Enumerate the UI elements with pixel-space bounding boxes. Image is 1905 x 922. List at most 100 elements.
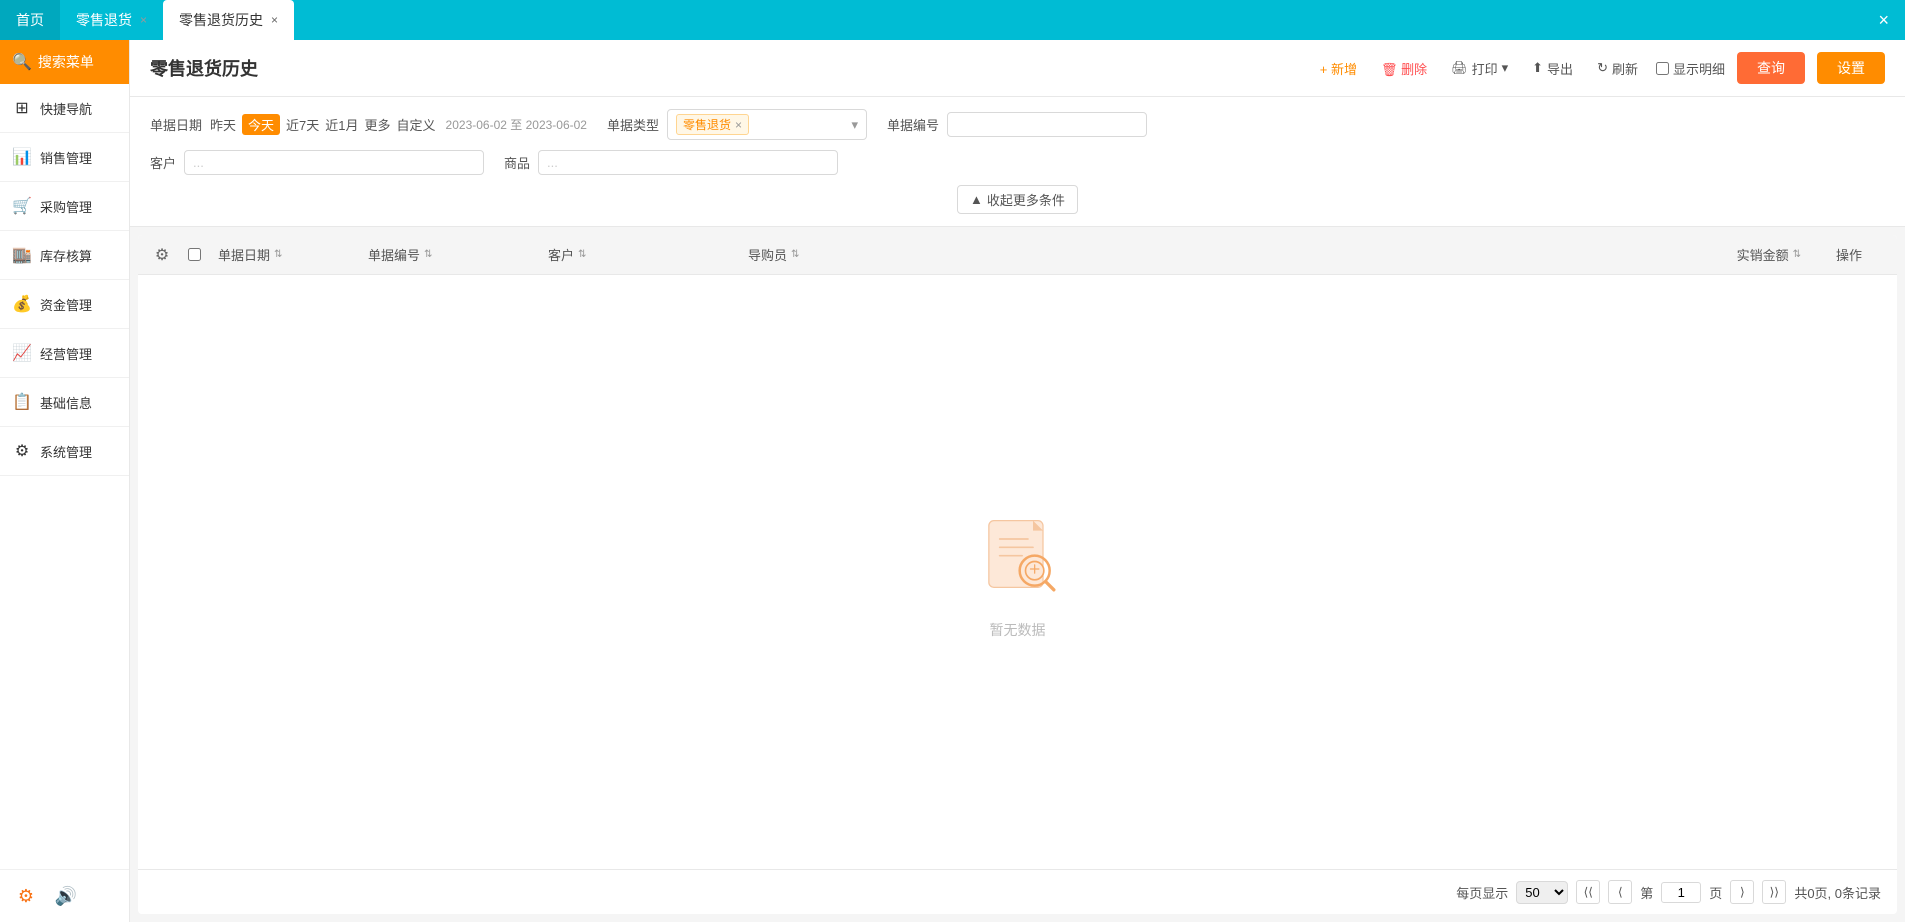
print-label: 打印	[1472, 59, 1498, 78]
select-all-checkbox[interactable]	[188, 248, 201, 261]
page-label: 第	[1640, 883, 1653, 902]
page-title: 零售退货历史	[150, 55, 258, 81]
tab-retail-return-history-close[interactable]: ×	[271, 13, 278, 27]
page-size-select[interactable]: 50 10 20 100	[1516, 881, 1568, 904]
sidebar-item-finance[interactable]: 💰 资金管理	[0, 280, 129, 329]
export-button[interactable]: ⬆ 导出	[1526, 55, 1579, 82]
basic-info-icon: 📋	[12, 392, 32, 412]
date-custom[interactable]: 自定义	[397, 115, 436, 134]
sidebar-search[interactable]: 🔍 搜索菜单	[0, 40, 129, 84]
sidebar: 🔍 搜索菜单 ⊞ 快捷导航 📊 销售管理 🛒 采购管理 🏬 库存核算 💰 资金管…	[0, 40, 130, 922]
collapse-row: ▲ 收起更多条件	[150, 185, 1885, 214]
settings-button[interactable]: 设置	[1817, 52, 1885, 84]
sidebar-search-label: 搜索菜单	[38, 52, 94, 72]
sidebar-audio-button[interactable]: 🔊	[50, 880, 82, 912]
tab-bar: 首页 零售退货 × 零售退货历史 × ×	[0, 0, 1905, 40]
empty-text: 暂无数据	[990, 620, 1046, 640]
export-label: 导出	[1547, 59, 1573, 78]
page-number-input[interactable]	[1661, 882, 1701, 903]
filter-doc-no: 单据编号	[887, 112, 1147, 137]
show-detail-checkbox[interactable]	[1656, 62, 1669, 75]
table-settings-icon[interactable]: ⚙	[146, 245, 178, 265]
show-detail-label: 显示明细	[1673, 59, 1725, 78]
filter-customer: 客户 ...	[150, 150, 484, 175]
refresh-icon: ↻	[1597, 60, 1608, 76]
prev-page-button[interactable]: ⟨	[1608, 880, 1632, 904]
sidebar-item-system-mgmt[interactable]: ⚙ 系统管理	[0, 427, 129, 476]
last-page-button[interactable]: ⟩⟩	[1762, 880, 1786, 904]
next-page-button[interactable]: ⟩	[1730, 880, 1754, 904]
page-unit: 页	[1709, 883, 1722, 902]
delete-button[interactable]: 🗑 删除	[1375, 55, 1433, 82]
sidebar-item-inventory[interactable]: 🏬 库存核算	[0, 231, 129, 280]
th-amount[interactable]: 实销金额 ⇅	[1689, 245, 1809, 264]
collapse-button[interactable]: ▲ 收起更多条件	[957, 185, 1078, 214]
operations-icon: 📈	[12, 343, 32, 363]
th-no-label: 单据编号	[368, 245, 420, 264]
export-icon: ⬆	[1532, 60, 1543, 76]
customer-label: 客户	[150, 153, 176, 172]
sidebar-item-quick-nav[interactable]: ⊞ 快捷导航	[0, 84, 129, 133]
tab-home[interactable]: 首页	[0, 0, 60, 40]
doc-type-label: 单据类型	[607, 115, 659, 134]
doc-type-tag: 零售退货 ×	[676, 114, 749, 135]
date-yesterday[interactable]: 昨天	[210, 115, 236, 134]
table-select-all-checkbox[interactable]	[178, 248, 210, 261]
filter-row-2: 客户 ... 商品 ...	[150, 150, 1885, 175]
th-customer-sort-icon: ⇅	[578, 249, 586, 260]
th-date-sort-icon: ⇅	[274, 249, 282, 260]
inventory-icon: 🏬	[12, 245, 32, 265]
sidebar-item-sales-mgmt[interactable]: 📊 销售管理	[0, 133, 129, 182]
tab-retail-return-label: 零售退货	[76, 10, 132, 30]
date-today[interactable]: 今天	[242, 114, 280, 135]
empty-illustration	[968, 504, 1068, 604]
first-page-button[interactable]: ⟨⟨	[1576, 880, 1600, 904]
refresh-button[interactable]: ↻ 刷新	[1591, 55, 1644, 82]
tab-retail-return-close[interactable]: ×	[140, 13, 147, 27]
sidebar-item-purchase-mgmt-label: 采购管理	[40, 197, 92, 216]
date-range-text: 2023-06-02 至 2023-06-02	[446, 116, 587, 133]
refresh-label: 刷新	[1612, 59, 1638, 78]
purchase-mgmt-icon: 🛒	[12, 196, 32, 216]
sidebar-settings-button[interactable]: ⚙	[10, 880, 42, 912]
filter-goods: 商品 ...	[504, 150, 838, 175]
show-detail-checkbox-label[interactable]: 显示明细	[1656, 59, 1725, 78]
tab-retail-return[interactable]: 零售退货 ×	[60, 0, 163, 40]
date-7days[interactable]: 近7天	[286, 115, 319, 134]
date-more[interactable]: 更多	[365, 115, 391, 134]
sidebar-item-operations-label: 经营管理	[40, 344, 92, 363]
total-text: 共0页, 0条记录	[1794, 883, 1881, 902]
th-no[interactable]: 单据编号 ⇅	[360, 245, 540, 264]
new-button[interactable]: + 新增	[1314, 55, 1363, 82]
filter-date: 单据日期 昨天 今天 近7天 近1月 更多 自定义 2023-06-02 至 2…	[150, 114, 587, 135]
doc-type-arrow-icon: ▾	[851, 117, 858, 133]
th-guide-sort-icon: ⇅	[791, 249, 799, 260]
date-1month[interactable]: 近1月	[325, 115, 358, 134]
sidebar-bottom: ⚙ 🔊	[0, 869, 129, 922]
sidebar-item-purchase-mgmt[interactable]: 🛒 采购管理	[0, 182, 129, 231]
page-size-label: 每页显示	[1456, 883, 1508, 902]
header-actions: + 新增 🗑 删除 🖨 打印 ▾ ⬆ 导出 ↻ 刷新 显示明细	[1314, 52, 1885, 84]
system-mgmt-icon: ⚙	[12, 441, 32, 461]
print-arrow-icon: ▾	[1502, 60, 1509, 76]
doc-type-select[interactable]: 零售退货 × ▾	[667, 109, 867, 140]
th-guide[interactable]: 导购员 ⇅	[740, 245, 890, 264]
filter-area: 单据日期 昨天 今天 近7天 近1月 更多 自定义 2023-06-02 至 2…	[130, 97, 1905, 227]
th-customer-label: 客户	[548, 245, 574, 264]
window-close-button[interactable]: ×	[1862, 10, 1905, 31]
th-customer[interactable]: 客户 ⇅	[540, 245, 740, 264]
goods-input[interactable]: ...	[538, 150, 838, 175]
query-button[interactable]: 查询	[1737, 52, 1805, 84]
table-header: ⚙ 单据日期 ⇅ 单据编号 ⇅ 客户 ⇅ 导购员 ⇅	[138, 235, 1897, 275]
th-date[interactable]: 单据日期 ⇅	[210, 245, 360, 264]
tab-retail-return-history[interactable]: 零售退货历史 ×	[163, 0, 294, 40]
sidebar-item-basic-info[interactable]: 📋 基础信息	[0, 378, 129, 427]
search-icon: 🔍	[12, 52, 32, 72]
sidebar-item-operations[interactable]: 📈 经营管理	[0, 329, 129, 378]
print-button[interactable]: 🖨 打印 ▾	[1445, 55, 1514, 82]
th-action: 操作	[1809, 245, 1889, 264]
customer-input[interactable]: ...	[184, 150, 484, 175]
doc-no-input[interactable]	[947, 112, 1147, 137]
doc-type-tag-close[interactable]: ×	[735, 118, 742, 132]
sidebar-item-finance-label: 资金管理	[40, 295, 92, 314]
